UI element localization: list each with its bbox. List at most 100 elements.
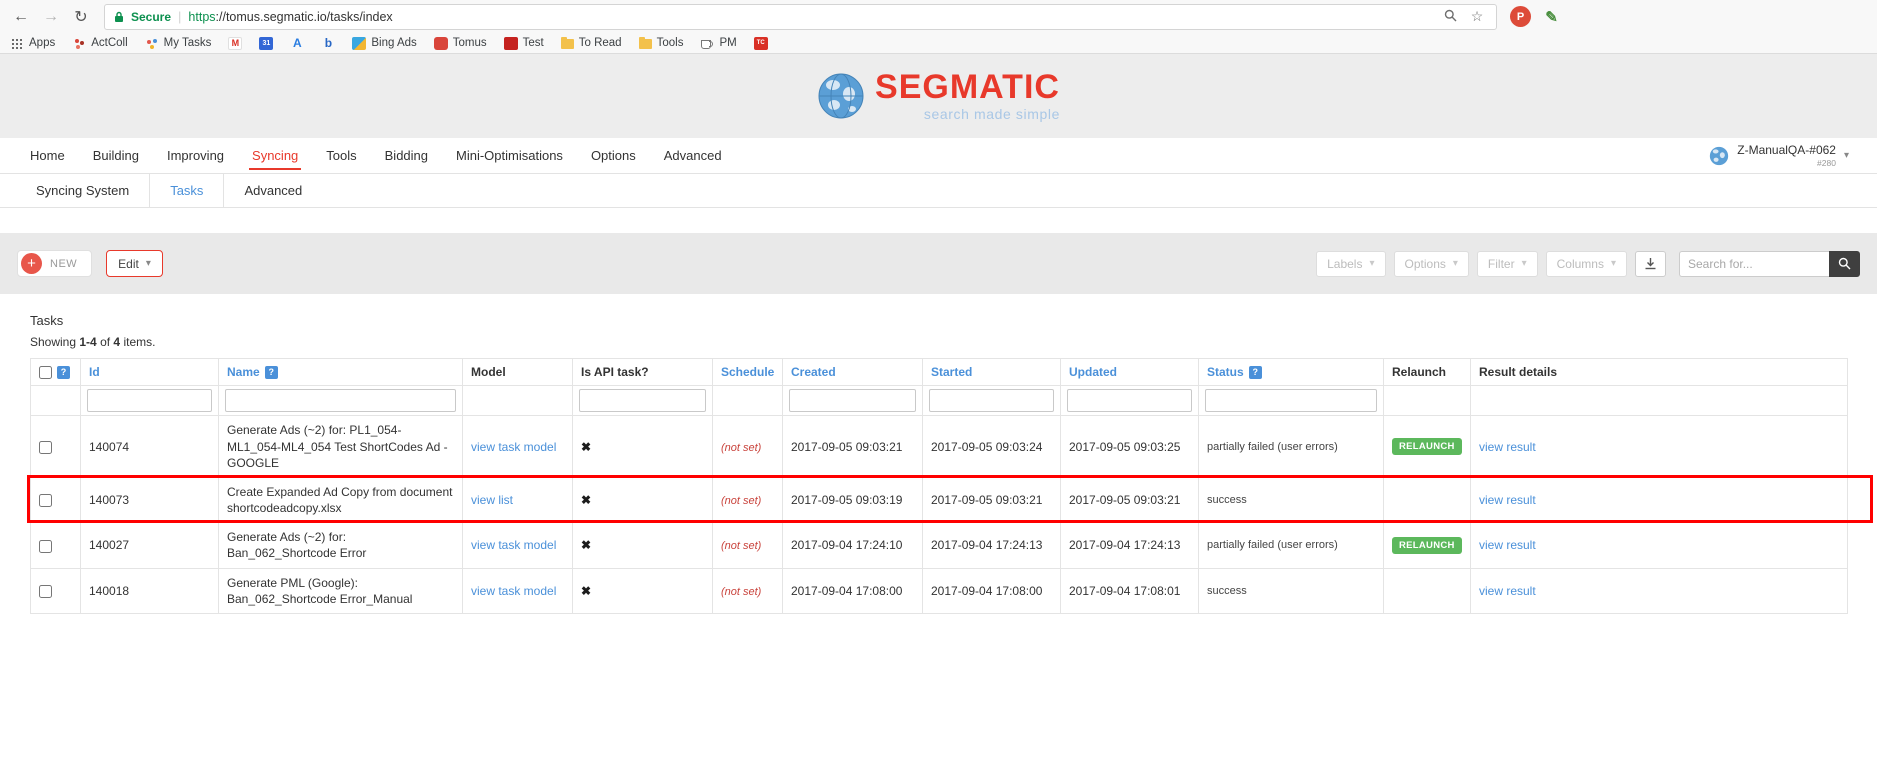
row-checkbox[interactable]	[39, 539, 52, 553]
column-header-created[interactable]: Created	[782, 357, 923, 387]
bookmark-label: Bing Ads	[371, 37, 417, 49]
column-header-updated[interactable]: Updated	[1060, 357, 1199, 387]
bookmark-to-read[interactable]: To Read	[560, 37, 622, 49]
search-button[interactable]	[1829, 250, 1860, 277]
view-result-link[interactable]: view result	[1479, 493, 1536, 507]
nav-item-syncing[interactable]: Syncing	[238, 138, 312, 173]
row-checkbox[interactable]	[39, 584, 52, 598]
help-icon[interactable]: ?	[57, 366, 70, 380]
nav-item-home[interactable]: Home	[16, 138, 79, 173]
table-header-row: ? Id Name? Model Is API task? Schedule Created…	[30, 357, 1848, 387]
bookmark-calendar-31[interactable]: 31	[259, 36, 274, 50]
bookmark-test[interactable]: Test	[503, 36, 544, 50]
filter-input-id[interactable]	[87, 389, 212, 413]
filter-input-name[interactable]	[225, 389, 456, 413]
column-header-status[interactable]: Status?	[1198, 357, 1384, 387]
model-link[interactable]: view task model	[471, 538, 556, 552]
column-header-result: Result details	[1470, 357, 1848, 387]
cell-status: partially failed (user errors)	[1198, 522, 1384, 569]
bookmark-tools[interactable]: Tools	[638, 37, 683, 49]
row-checkbox[interactable]	[39, 440, 52, 454]
subnav-item-tasks[interactable]: Tasks	[149, 174, 225, 207]
view-result-link[interactable]: view result	[1479, 584, 1536, 598]
nav-item-tools[interactable]: Tools	[312, 138, 370, 173]
nav-item-advanced[interactable]: Advanced	[650, 138, 736, 173]
bookmark-bing-b[interactable]: b	[321, 36, 335, 50]
filter-input-api[interactable]	[579, 389, 706, 413]
export-button[interactable]	[1635, 250, 1666, 277]
filter-input-created[interactable]	[789, 389, 916, 413]
address-bar[interactable]: Secure | https://tomus.segmatic.io/tasks…	[104, 3, 1497, 30]
browser-toolbar: ← → ↻ Secure | https://tomus.segmatic.io…	[0, 0, 1877, 33]
spacer	[0, 208, 1877, 233]
bookmark-apps[interactable]: Apps	[10, 37, 55, 50]
bookmark-actcoll[interactable]: ActColl	[72, 37, 128, 50]
column-header-started[interactable]: Started	[922, 357, 1061, 387]
nav-item-label: Bidding	[384, 148, 429, 163]
results-summary: Showing 1-4 of 4 items.	[30, 335, 156, 349]
user-menu[interactable]: Z-ManualQA-#062 #280 ▾	[1709, 138, 1849, 173]
column-header-id[interactable]: Id	[80, 357, 219, 387]
bookmark-pm[interactable]: PM	[700, 37, 737, 50]
nav-item-mini-optimisations[interactable]: Mini-Optimisations	[442, 138, 577, 173]
new-button[interactable]: + NEW	[17, 250, 93, 277]
view-result-link[interactable]: view result	[1479, 440, 1536, 454]
schedule-not-set: (not set)	[721, 540, 762, 553]
browser-forward-button[interactable]: →	[38, 5, 64, 29]
row-checkbox[interactable]	[39, 494, 52, 508]
nav-item-building[interactable]: Building	[79, 138, 153, 173]
cell-relaunch: RELAUNCH	[1383, 415, 1471, 478]
view-result-link[interactable]: view result	[1479, 538, 1536, 552]
columns-dropdown-button[interactable]: Columns ▾	[1545, 250, 1627, 277]
filter-input-status[interactable]	[1205, 389, 1377, 413]
select-all-checkbox[interactable]	[39, 366, 52, 380]
column-header-schedule[interactable]: Schedule	[712, 357, 783, 387]
labels-dropdown-button[interactable]: Labels ▾	[1316, 250, 1386, 277]
cell-model: view task model	[462, 415, 573, 478]
extension-icon-pencil[interactable]: ✎	[1541, 6, 1562, 27]
sub-navigation: Syncing System Tasks Advanced	[0, 174, 1877, 208]
options-dropdown-button[interactable]: Options ▾	[1393, 250, 1469, 277]
bookmark-gmail-m[interactable]: M	[228, 36, 243, 50]
browser-refresh-button[interactable]: ↻	[68, 5, 94, 29]
bookmark-letter-a[interactable]: A	[290, 36, 304, 50]
segmatic-logo[interactable]: SEGMATIC search made simple	[817, 70, 1060, 122]
bookmark-bing-ads[interactable]: Bing Ads	[352, 36, 417, 50]
cell-result: view result	[1470, 522, 1848, 569]
nav-item-improving[interactable]: Improving	[153, 138, 238, 173]
x-mark-icon: ✖	[581, 439, 592, 454]
model-link[interactable]: view task model	[471, 440, 556, 454]
extension-icon-p[interactable]: P	[1510, 6, 1531, 27]
filter-dropdown-button[interactable]: Filter ▾	[1476, 250, 1538, 277]
cell-started: 2017-09-05 09:03:24	[922, 415, 1061, 478]
column-header-relaunch: Relaunch	[1383, 357, 1471, 387]
filter-input-updated[interactable]	[1067, 389, 1192, 413]
relaunch-button[interactable]: RELAUNCH	[1392, 438, 1462, 456]
search-input[interactable]	[1679, 250, 1829, 277]
column-header-name[interactable]: Name?	[218, 357, 463, 387]
model-link[interactable]: view task model	[471, 584, 556, 598]
edit-dropdown-button[interactable]: Edit ▾	[106, 250, 163, 277]
x-mark-icon: ✖	[581, 538, 592, 553]
browser-back-button[interactable]: ←	[8, 5, 34, 29]
relaunch-button[interactable]: RELAUNCH	[1392, 536, 1462, 554]
subnav-item-advanced[interactable]: Advanced	[224, 174, 322, 207]
help-icon[interactable]: ?	[1248, 366, 1262, 380]
zoom-icon[interactable]	[1440, 9, 1460, 25]
subnav-item-syncing-system[interactable]: Syncing System	[16, 174, 149, 207]
cell-api: ✖	[572, 415, 713, 478]
search-icon	[1838, 257, 1851, 270]
bookmark-tomus[interactable]: Tomus	[433, 36, 487, 50]
bookmark-tc-badge[interactable]: TC	[753, 36, 768, 50]
site-header: SEGMATIC search made simple	[0, 54, 1877, 138]
bookmark-my-tasks[interactable]: My Tasks	[145, 37, 211, 50]
filter-input-started[interactable]	[929, 389, 1054, 413]
nav-item-options[interactable]: Options	[577, 138, 650, 173]
bookmark-label: Tomus	[452, 37, 487, 49]
bookmark-star-icon[interactable]: ☆	[1467, 8, 1487, 25]
main-navigation: Home Building Improving Syncing Tools Bi…	[0, 138, 1877, 174]
nav-item-bidding[interactable]: Bidding	[371, 138, 442, 173]
model-link[interactable]: view list	[471, 493, 513, 507]
help-icon[interactable]: ?	[264, 366, 278, 380]
folder-icon	[560, 37, 574, 49]
